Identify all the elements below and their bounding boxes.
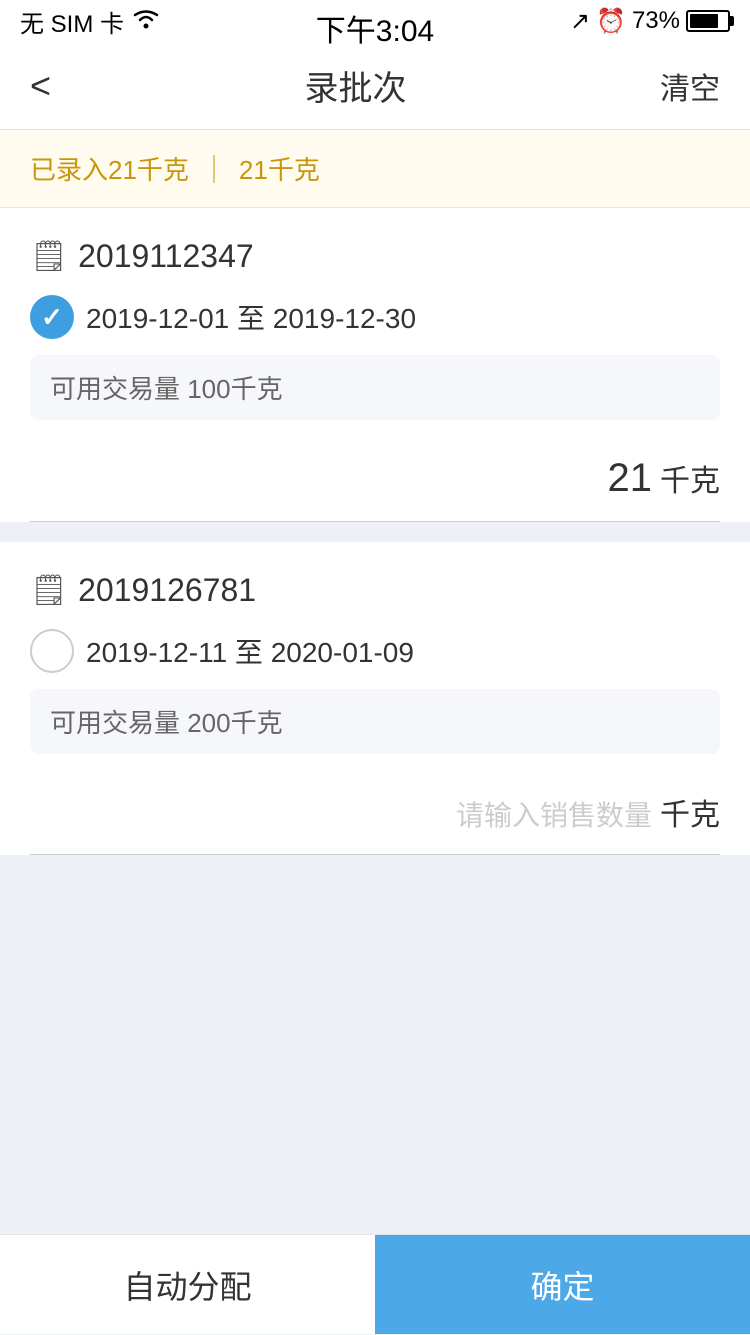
auto-distribute-button[interactable]: 自动分配 [0, 1235, 375, 1334]
batch-2-number: 2019126781 [78, 572, 256, 609]
batch-2-date-row[interactable]: 2019-12-11 至 2020-01-09 [0, 619, 750, 689]
batch-1-date: 2019-12-01 至 2019-12-30 [86, 297, 416, 337]
batch-1-radio[interactable]: ✓ [30, 295, 74, 339]
summary-divider [213, 155, 215, 183]
batch-2-radio[interactable] [30, 629, 74, 673]
batch-card-1: 🗒 2019112347 ✓ 2019-12-01 至 2019-12-30 可… [0, 208, 750, 522]
batch-2-icon: 🗒 [30, 573, 68, 608]
batch-card-2: 🗒 2019126781 2019-12-11 至 2020-01-09 可用交… [0, 542, 750, 855]
status-left: 无 SIM 卡 [20, 4, 160, 39]
batch-2-input-placeholder: 请输入销售数量 [456, 794, 652, 834]
check-icon: ✓ [41, 302, 63, 333]
wifi-icon [132, 7, 160, 36]
batch-2-unit: 千克 [660, 790, 720, 834]
auto-distribute-label: 自动分配 [123, 1262, 251, 1308]
summary-value: 21千克 [239, 150, 320, 187]
batch-1-icon: 🗒 [30, 239, 68, 274]
back-button[interactable]: < [30, 65, 51, 107]
batch-1-header: 🗒 2019112347 [0, 208, 750, 285]
confirm-label: 确定 [530, 1262, 594, 1308]
location-icon: ↗ [570, 7, 590, 36]
batch-1-availability: 可用交易量 100千克 [30, 355, 720, 420]
batch-1-amount[interactable]: 21 [608, 456, 653, 501]
status-time: 下午3:04 [316, 6, 434, 50]
batch-1-number: 2019112347 [78, 238, 254, 275]
batch-2-date: 2019-12-11 至 2020-01-09 [86, 631, 414, 671]
batch-1-amount-row[interactable]: 21 千克 [0, 440, 750, 521]
nav-bar: < 录批次 清空 [0, 42, 750, 130]
batch-2-input-row[interactable]: 请输入销售数量 千克 [0, 774, 750, 854]
alarm-icon: ⏰ [596, 7, 626, 36]
battery-percent: 73% [632, 7, 680, 35]
bottom-bar: 自动分配 确定 [0, 1234, 750, 1334]
batch-1-unit: 千克 [660, 456, 720, 500]
summary-banner: 已录入21千克 21千克 [0, 130, 750, 208]
page-title: 录批次 [305, 61, 407, 110]
batch-1-date-row[interactable]: ✓ 2019-12-01 至 2019-12-30 [0, 285, 750, 355]
summary-recorded: 已录入21千克 [30, 150, 189, 187]
confirm-button[interactable]: 确定 [375, 1235, 750, 1334]
sim-label: 无 SIM 卡 [20, 4, 124, 39]
batch-2-header: 🗒 2019126781 [0, 542, 750, 619]
status-bar: 无 SIM 卡 下午3:04 ↗ ⏰ 73% [0, 0, 750, 42]
batch-2-availability: 可用交易量 200千克 [30, 689, 720, 754]
status-right: ↗ ⏰ 73% [570, 7, 730, 36]
clear-button[interactable]: 清空 [660, 64, 720, 108]
section-divider [0, 522, 750, 542]
battery-icon [686, 10, 730, 32]
